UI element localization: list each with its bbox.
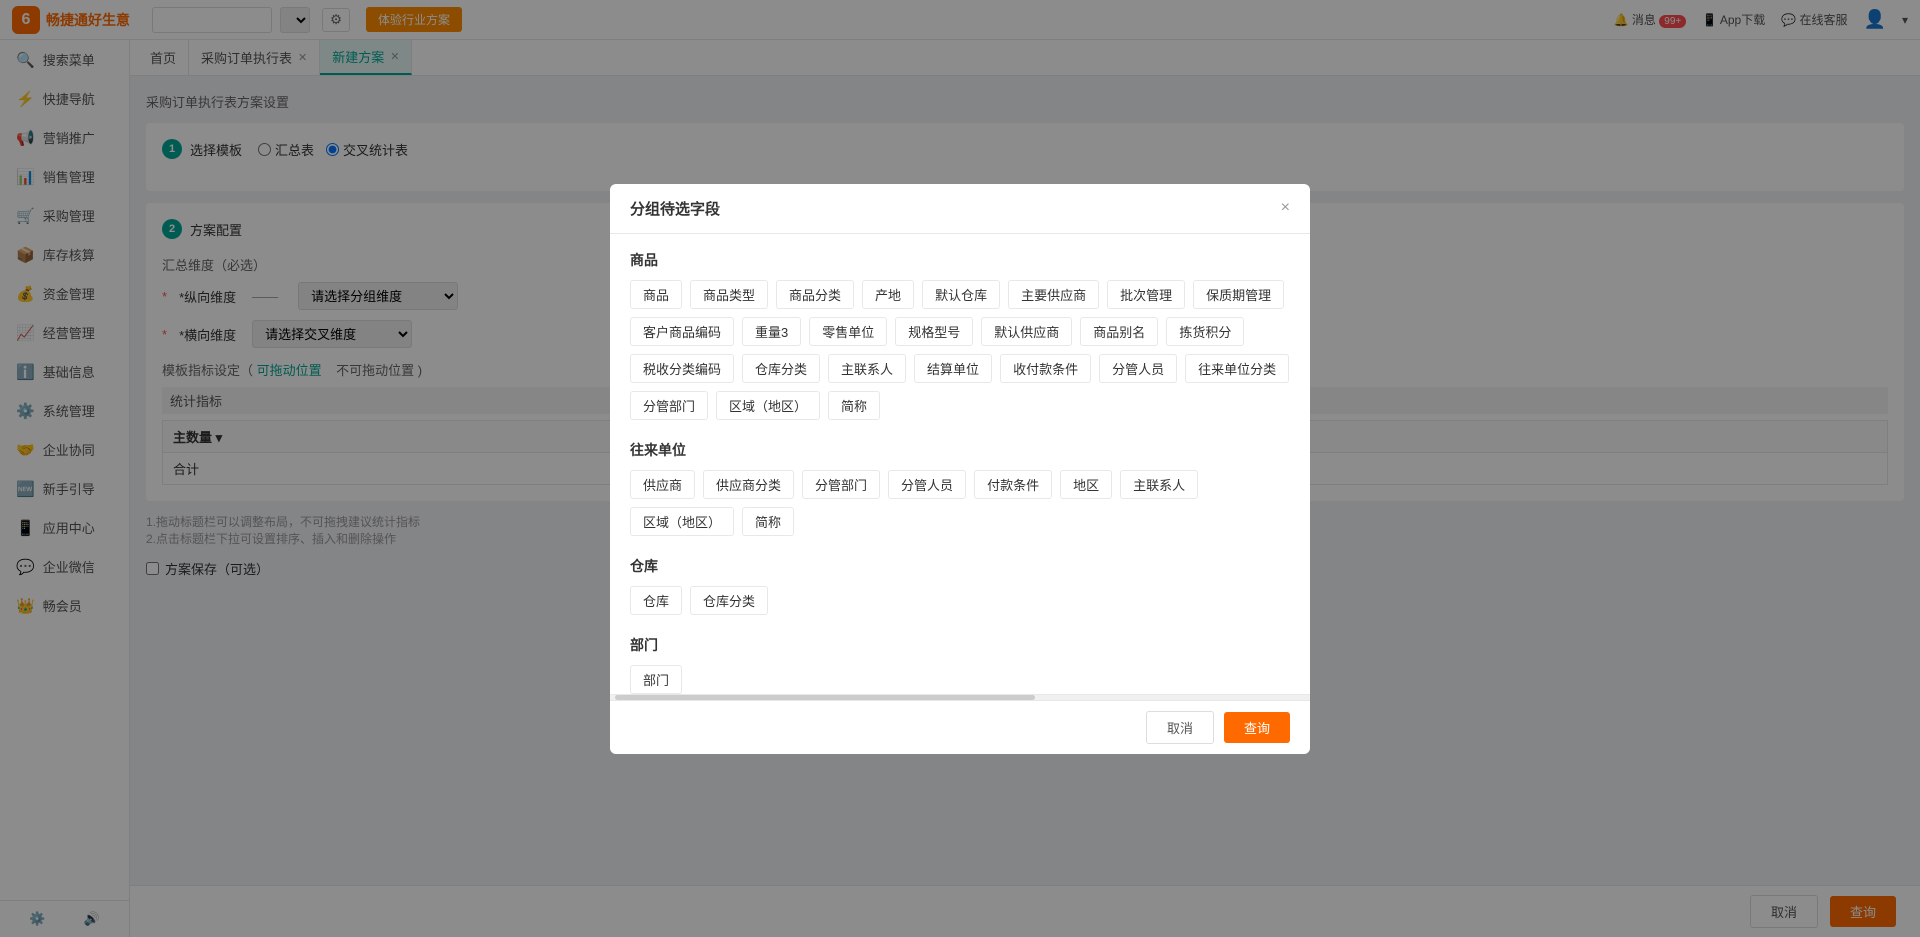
field-tag[interactable]: 重量3 [742,317,801,346]
field-tag[interactable]: 分管部门 [802,470,880,499]
section-title-goods: 商品 [630,250,1290,270]
field-tag[interactable]: 客户商品编码 [630,317,734,346]
field-tags-dept: 部门 [630,665,1290,694]
field-tag[interactable]: 分管部门 [630,391,708,420]
field-tag[interactable]: 主联系人 [1120,470,1198,499]
field-tag[interactable]: 规格型号 [895,317,973,346]
modal-overlay: 分组待选字段 × 商品 商品 商品类型 商品分类 产地 默认仓库 主要供应商 批… [0,0,1920,937]
field-tag[interactable]: 结算单位 [914,354,992,383]
field-tag[interactable]: 付款条件 [974,470,1052,499]
field-section-dept: 部门 部门 [630,635,1290,694]
modal-title: 分组待选字段 [630,198,720,219]
field-tag[interactable]: 默认仓库 [922,280,1000,309]
field-tag[interactable]: 部门 [630,665,682,694]
field-tag[interactable]: 往来单位分类 [1185,354,1289,383]
field-tag[interactable]: 商品 [630,280,682,309]
field-tag[interactable]: 仓库分类 [690,586,768,615]
modal-header: 分组待选字段 × [610,184,1310,234]
field-tag[interactable]: 简称 [742,507,794,536]
field-section-goods: 商品 商品 商品类型 商品分类 产地 默认仓库 主要供应商 批次管理 保质期管理… [630,250,1290,420]
field-tag[interactable]: 批次管理 [1107,280,1185,309]
field-tag[interactable]: 区域（地区） [716,391,820,420]
modal-confirm-button[interactable]: 查询 [1224,712,1290,743]
modal-close-button[interactable]: × [1281,199,1290,217]
modal-body[interactable]: 商品 商品 商品类型 商品分类 产地 默认仓库 主要供应商 批次管理 保质期管理… [610,234,1310,694]
section-title-partner: 往来单位 [630,440,1290,460]
modal: 分组待选字段 × 商品 商品 商品类型 商品分类 产地 默认仓库 主要供应商 批… [610,184,1310,754]
section-title-warehouse: 仓库 [630,556,1290,576]
field-tags-goods: 商品 商品类型 商品分类 产地 默认仓库 主要供应商 批次管理 保质期管理 客户… [630,280,1290,420]
field-tag[interactable]: 地区 [1060,470,1112,499]
field-tags-warehouse: 仓库 仓库分类 [630,586,1290,615]
field-section-partner: 往来单位 供应商 供应商分类 分管部门 分管人员 付款条件 地区 主联系人 区域… [630,440,1290,536]
field-tag[interactable]: 区域（地区） [630,507,734,536]
field-tag[interactable]: 仓库 [630,586,682,615]
field-tag[interactable]: 分管人员 [888,470,966,499]
field-tags-partner: 供应商 供应商分类 分管部门 分管人员 付款条件 地区 主联系人 区域（地区） … [630,470,1290,536]
field-tag[interactable]: 拣货积分 [1166,317,1244,346]
field-tag[interactable]: 保质期管理 [1193,280,1284,309]
modal-footer: 取消 查询 [610,700,1310,754]
horizontal-scrollbar[interactable] [610,694,1310,700]
field-tag[interactable]: 分管人员 [1099,354,1177,383]
field-tag[interactable]: 税收分类编码 [630,354,734,383]
field-tag[interactable]: 默认供应商 [981,317,1072,346]
field-tag[interactable]: 主要供应商 [1008,280,1099,309]
field-tag[interactable]: 主联系人 [828,354,906,383]
field-tag[interactable]: 仓库分类 [742,354,820,383]
section-title-dept: 部门 [630,635,1290,655]
field-tag[interactable]: 收付款条件 [1000,354,1091,383]
field-tag[interactable]: 商品别名 [1080,317,1158,346]
field-tag[interactable]: 供应商分类 [703,470,794,499]
field-section-warehouse: 仓库 仓库 仓库分类 [630,556,1290,615]
field-tag[interactable]: 商品类型 [690,280,768,309]
modal-cancel-button[interactable]: 取消 [1146,711,1214,744]
field-tag[interactable]: 零售单位 [809,317,887,346]
horizontal-scrollbar-thumb [615,695,1035,700]
field-tag[interactable]: 商品分类 [776,280,854,309]
field-tag[interactable]: 供应商 [630,470,695,499]
field-tag[interactable]: 产地 [862,280,914,309]
field-tag[interactable]: 简称 [828,391,880,420]
